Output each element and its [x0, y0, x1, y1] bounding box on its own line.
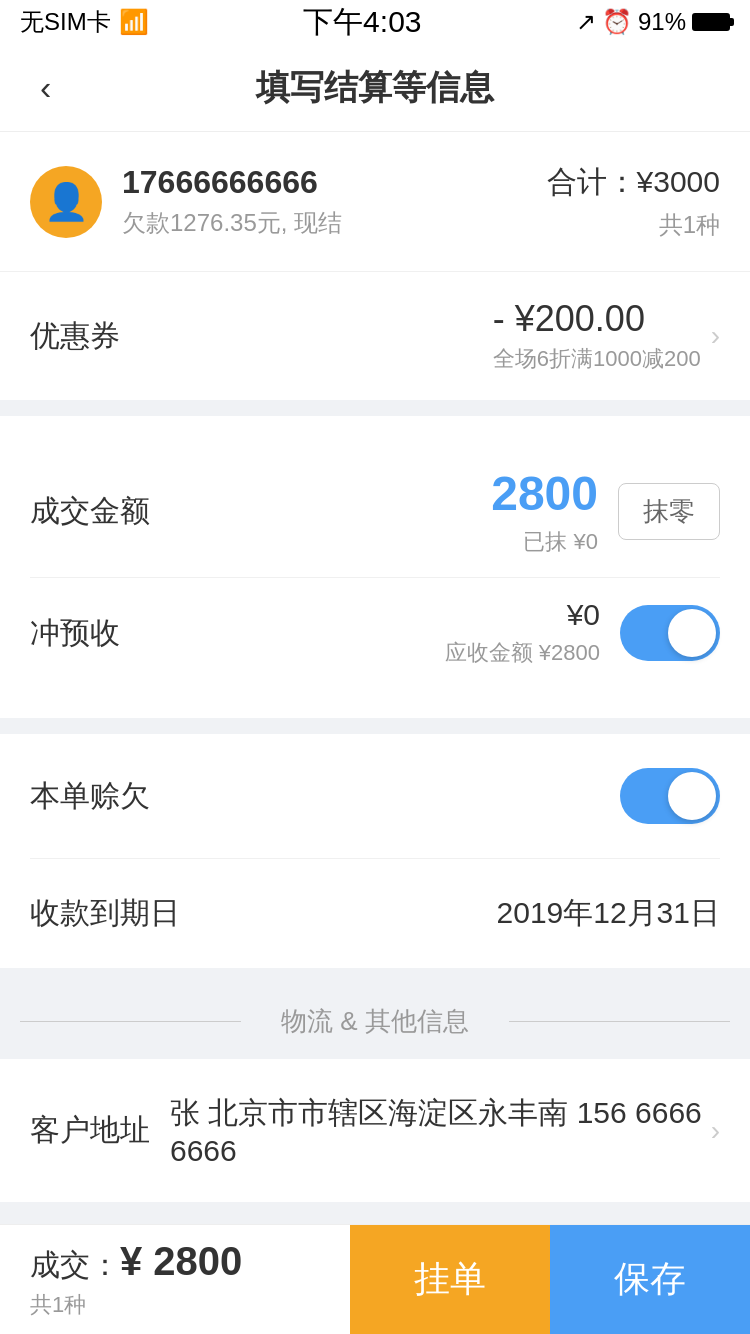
hang-button[interactable]: 挂单 — [350, 1225, 550, 1335]
debt-off-label: 本单赊欠 — [30, 776, 150, 817]
customer-right: 合计：¥3000 共1种 — [547, 162, 720, 241]
carrier-text: 无SIM卡 — [20, 6, 111, 38]
deal-amount-label: 成交金额 — [30, 491, 150, 532]
divider-line-left — [20, 1021, 241, 1022]
coupon-row[interactable]: 优惠券 - ¥200.00 全场6折满1000减200 › — [0, 271, 750, 400]
address-value: 张 北京市市辖区海淀区永丰南 156 6666 6666 — [170, 1093, 711, 1168]
divider-line-right — [509, 1021, 730, 1022]
bottom-bar: 成交：¥ 2800 共1种 挂单 保存 — [0, 1224, 750, 1334]
battery-percent: 91% — [638, 8, 686, 36]
status-left: 无SIM卡 📶 — [20, 6, 149, 38]
page-title: 填写结算等信息 — [256, 65, 494, 111]
debt-off-row: 本单赊欠 — [30, 734, 720, 859]
bottom-count: 共1种 — [30, 1290, 320, 1320]
avatar-icon: 👤 — [44, 181, 89, 223]
battery-icon — [692, 13, 730, 31]
debt-toggle-knob — [668, 772, 716, 820]
customer-row: 👤 17666666666 欠款1276.35元, 现结 合计：¥3000 共1… — [0, 132, 750, 271]
address-label: 客户地址 — [30, 1110, 150, 1151]
coupon-discount: - ¥200.00 — [493, 298, 701, 340]
address-row[interactable]: 客户地址 张 北京市市辖区海淀区永丰南 156 6666 6666 › — [0, 1059, 750, 1202]
deal-amount-value: 2800 — [491, 466, 598, 521]
customer-total: 合计：¥3000 — [547, 162, 720, 203]
toggle-knob — [668, 609, 716, 657]
coupon-value-area: - ¥200.00 全场6折满1000减200 — [493, 298, 701, 374]
wifi-icon: 📶 — [119, 8, 149, 36]
deal-amount-value-area: 2800 已抹 ¥0 — [491, 466, 598, 557]
receivable-text: 应收金额 ¥2800 — [445, 638, 600, 668]
prepaid-values: ¥0 应收金额 ¥2800 — [445, 598, 600, 668]
debt-off-toggle[interactable] — [620, 768, 720, 824]
customer-info: 17666666666 欠款1276.35元, 现结 — [122, 164, 342, 239]
bottom-deal-label: 成交：¥ 2800 — [30, 1239, 320, 1286]
address-chevron-icon: › — [711, 1115, 720, 1147]
customer-card: 👤 17666666666 欠款1276.35元, 现结 合计：¥3000 共1… — [0, 132, 750, 400]
customer-debt: 欠款1276.35元, 现结 — [122, 207, 342, 239]
due-date-row: 收款到期日 2019年12月31日 — [30, 859, 720, 968]
debt-off-card: 本单赊欠 收款到期日 2019年12月31日 — [0, 734, 750, 968]
main-content: 👤 17666666666 欠款1276.35元, 现结 合计：¥3000 共1… — [0, 132, 750, 1334]
section-divider: 物流 & 其他信息 — [0, 984, 750, 1059]
due-date-value: 2019年12月31日 — [497, 893, 720, 934]
amount-card: 成交金额 2800 已抹 ¥0 抹零 冲预收 ¥0 应收金额 ¥2800 — [0, 416, 750, 718]
alarm-icon: ⏰ — [602, 8, 632, 36]
already-rounded-text: 已抹 ¥0 — [491, 527, 598, 557]
deal-amount-row: 成交金额 2800 已抹 ¥0 抹零 — [30, 446, 720, 577]
status-time: 下午4:03 — [303, 2, 421, 43]
save-button[interactable]: 保存 — [550, 1225, 750, 1335]
coupon-chevron-icon: › — [711, 320, 720, 352]
customer-count: 共1种 — [547, 209, 720, 241]
prepaid-right: ¥0 应收金额 ¥2800 — [445, 598, 720, 668]
prepaid-label: 冲预收 — [30, 613, 120, 654]
divider-text: 物流 & 其他信息 — [281, 1004, 469, 1039]
prepaid-row: 冲预收 ¥0 应收金额 ¥2800 — [30, 577, 720, 688]
coupon-right: - ¥200.00 全场6折满1000减200 › — [493, 298, 720, 374]
round-button[interactable]: 抹零 — [618, 483, 720, 540]
nav-bar: ‹ 填写结算等信息 — [0, 44, 750, 132]
location-icon: ↗ — [576, 8, 596, 36]
coupon-label: 优惠券 — [30, 316, 120, 357]
back-button[interactable]: ‹ — [30, 58, 61, 117]
deal-amount-right: 2800 已抹 ¥0 抹零 — [491, 466, 720, 557]
bottom-deal-amount: ¥ 2800 — [120, 1239, 242, 1283]
status-right: ↗ ⏰ 91% — [576, 8, 730, 36]
customer-phone: 17666666666 — [122, 164, 342, 201]
customer-left: 👤 17666666666 欠款1276.35元, 现结 — [30, 164, 342, 239]
deal-label: 成交： — [30, 1248, 120, 1281]
bottom-summary: 成交：¥ 2800 共1种 — [0, 1239, 350, 1320]
prepaid-amount: ¥0 — [567, 598, 600, 632]
avatar: 👤 — [30, 166, 102, 238]
prepaid-toggle[interactable] — [620, 605, 720, 661]
due-date-label: 收款到期日 — [30, 893, 180, 934]
coupon-description: 全场6折满1000减200 — [493, 344, 701, 374]
status-bar: 无SIM卡 📶 下午4:03 ↗ ⏰ 91% — [0, 0, 750, 44]
